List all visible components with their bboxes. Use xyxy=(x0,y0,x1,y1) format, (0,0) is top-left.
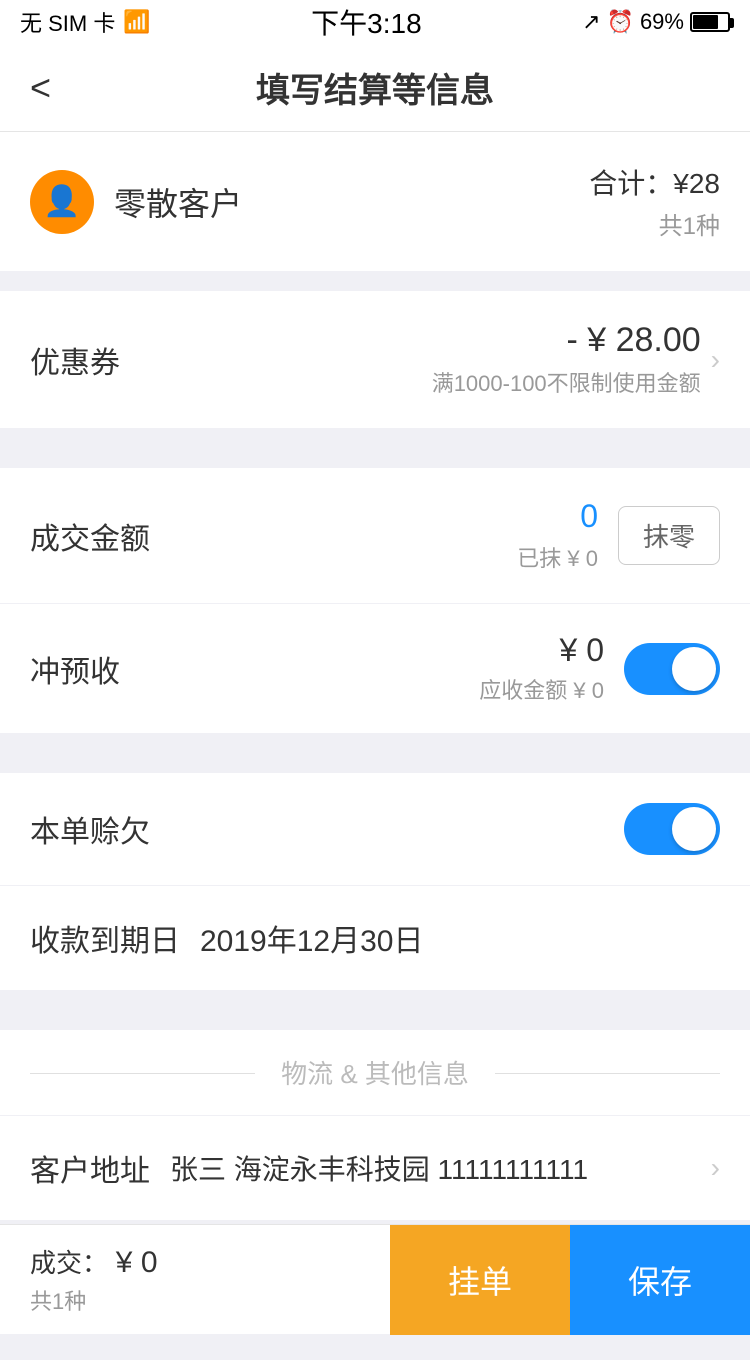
deal-amount-row: 成交金额 0 已抹 ¥ 0 抹零 xyxy=(0,468,750,604)
coupon-detail: - ¥ 28.00 满1000-100不限制使用金额 xyxy=(432,321,701,398)
avatar: 👤 xyxy=(30,170,94,234)
round-off-button[interactable]: 抹零 xyxy=(618,506,720,565)
toggle-knob xyxy=(672,647,716,691)
deal-amount-value-container: 0 已抹 ¥ 0 xyxy=(517,498,598,573)
status-left: 无 SIM 卡 📶 xyxy=(20,6,151,38)
debt-section: 本单赊欠 收款到期日 2019年12月30日 xyxy=(0,773,750,990)
due-date-label: 收款到期日 xyxy=(30,916,180,960)
prepayment-value: ¥ 0 xyxy=(479,632,604,669)
bottom-info: 成交： ¥ 0 共1种 xyxy=(0,1243,390,1316)
wifi-icon: 📶 xyxy=(123,9,150,35)
customer-name: 零散客户 xyxy=(114,179,242,225)
logistics-header: 物流 & 其他信息 xyxy=(0,1030,750,1115)
bottom-deal-line: 成交： ¥ 0 xyxy=(30,1243,360,1280)
status-bar: 无 SIM 卡 📶 下午3:18 ↗ ⏰ 69% xyxy=(0,0,750,44)
customer-total-info: 合计：¥28 共1种 xyxy=(589,162,720,241)
coupon-section[interactable]: 优惠券 - ¥ 28.00 满1000-100不限制使用金额 › xyxy=(0,291,750,428)
status-time: 下午3:18 xyxy=(311,2,422,42)
deal-amount-label: 成交金额 xyxy=(30,514,150,558)
address-label: 客户地址 xyxy=(30,1146,150,1190)
bottom-deal-amount: ¥ 0 xyxy=(116,1246,158,1279)
coupon-amount: - ¥ 28.00 xyxy=(432,321,701,360)
prepayment-toggle[interactable] xyxy=(624,643,720,695)
status-right: ↗ ⏰ 69% xyxy=(582,9,730,35)
prepayment-row: 冲预收 ¥ 0 应收金额 ¥ 0 xyxy=(0,604,750,733)
logistics-title: 物流 & 其他信息 xyxy=(281,1059,469,1089)
chevron-right-icon: › xyxy=(711,344,720,376)
deal-amount-value: 0 xyxy=(517,498,598,535)
form-section-deal: 成交金额 0 已抹 ¥ 0 抹零 冲预收 ¥ 0 应收金额 ¥ 0 xyxy=(0,468,750,733)
pending-button[interactable]: 挂单 xyxy=(390,1225,570,1335)
deal-amount-sub: 已抹 ¥ 0 xyxy=(517,541,598,573)
separator-1 xyxy=(0,448,750,468)
due-date-row: 收款到期日 2019年12月30日 xyxy=(0,885,750,990)
customer-count: 共1种 xyxy=(589,206,720,241)
location-icon: ↗ xyxy=(582,9,600,35)
debt-toggle-knob xyxy=(672,807,716,851)
address-row[interactable]: 客户地址 张三 海淀永丰科技园 11111111111 › xyxy=(0,1115,750,1220)
separator-3 xyxy=(0,1010,750,1030)
page-title: 填写结算等信息 xyxy=(256,63,494,112)
debt-toggle[interactable] xyxy=(624,803,720,855)
separator-2 xyxy=(0,753,750,773)
address-chevron-icon: › xyxy=(711,1152,720,1184)
prepayment-sub: 应收金额 ¥ 0 xyxy=(479,673,604,705)
back-button[interactable]: < xyxy=(20,57,61,119)
bottom-count: 共1种 xyxy=(30,1284,360,1316)
coupon-right: - ¥ 28.00 满1000-100不限制使用金额 › xyxy=(432,321,720,398)
avatar-icon: 👤 xyxy=(43,184,80,219)
logistics-section: 物流 & 其他信息 客户地址 张三 海淀永丰科技园 11111111111 › xyxy=(0,1030,750,1220)
customer-info: 👤 零散客户 xyxy=(30,170,242,234)
customer-total: 合计：¥28 xyxy=(589,162,720,202)
address-value: 张三 海淀永丰科技园 11111111111 xyxy=(170,1148,711,1188)
prepayment-amounts: ¥ 0 应收金额 ¥ 0 xyxy=(479,632,604,705)
bottom-deal-label: 成交： xyxy=(30,1248,108,1278)
debt-row: 本单赊欠 xyxy=(0,773,750,885)
prepayment-label: 冲预收 xyxy=(30,647,120,691)
prepayment-right: ¥ 0 应收金额 ¥ 0 xyxy=(479,632,720,705)
battery-icon xyxy=(690,12,730,32)
coupon-description: 满1000-100不限制使用金额 xyxy=(432,366,701,398)
customer-section: 👤 零散客户 合计：¥28 共1种 xyxy=(0,132,750,271)
alarm-icon: ⏰ xyxy=(607,9,634,35)
coupon-label: 优惠券 xyxy=(30,338,120,382)
no-sim-label: 无 SIM 卡 xyxy=(20,6,115,38)
battery-percent: 69% xyxy=(640,9,684,35)
deal-amount-right: 0 已抹 ¥ 0 抹零 xyxy=(517,498,720,573)
due-date-value: 2019年12月30日 xyxy=(200,916,423,960)
nav-bar: < 填写结算等信息 xyxy=(0,44,750,132)
bottom-bar: 成交： ¥ 0 共1种 挂单 保存 xyxy=(0,1224,750,1334)
content-area: 👤 零散客户 合计：¥28 共1种 优惠券 - ¥ 28.00 满1000-10… xyxy=(0,132,750,1360)
debt-label: 本单赊欠 xyxy=(30,807,150,851)
save-button[interactable]: 保存 xyxy=(570,1225,750,1335)
